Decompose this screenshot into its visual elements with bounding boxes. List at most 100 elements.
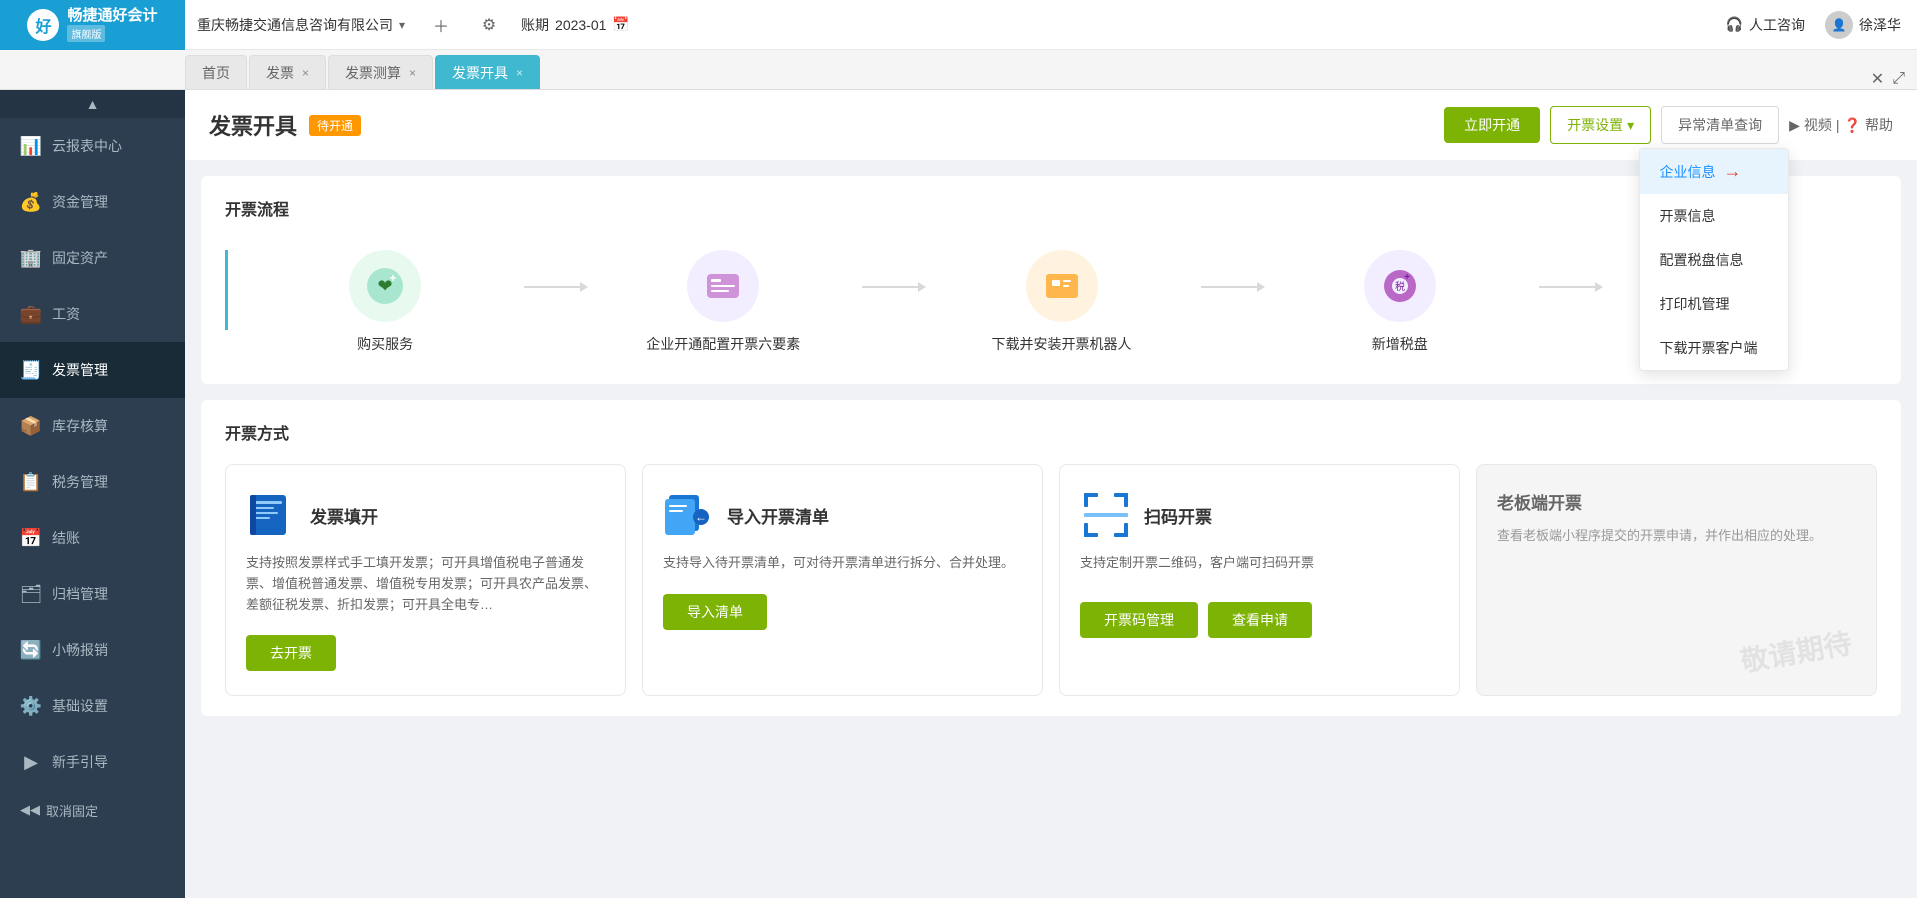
printer-mgmt-label: 打印机管理 <box>1660 294 1730 314</box>
sidebar-item-jichu[interactable]: ⚙️ 基础设置 <box>0 678 185 734</box>
video-label: 视频 <box>1804 115 1832 135</box>
tab-actions: ✕ ⤢ <box>1871 69 1917 89</box>
sidebar-item-zijin[interactable]: 💰 资金管理 <box>0 174 185 230</box>
sidebar-item-guidang-label: 归档管理 <box>52 584 108 604</box>
logo-area: 好 畅捷通好会计 旗舰版 <box>0 0 185 50</box>
sidebar-item-kucun[interactable]: 📦 库存核算 <box>0 398 185 454</box>
flow-step-1-label: 购买服务 <box>357 334 413 354</box>
manual-fill-button[interactable]: 去开票 <box>246 635 336 671</box>
guding-icon: 🏢 <box>20 247 42 269</box>
tab-invoice-close[interactable]: × <box>302 66 309 80</box>
gongzi-icon: 💼 <box>20 303 42 325</box>
close-window-icon[interactable]: ✕ <box>1871 69 1884 89</box>
tab-home[interactable]: 首页 <box>185 55 247 89</box>
sidebar-scroll-up[interactable]: ▲ <box>0 90 185 118</box>
jiezhang-icon: 📅 <box>20 527 42 549</box>
invoice-info-label: 开票信息 <box>1660 206 1716 226</box>
sidebar-item-gongzi-label: 工资 <box>52 304 80 324</box>
add-icon[interactable]: ＋ <box>425 9 457 41</box>
guidang-icon: 🗂 <box>20 583 42 605</box>
flow-title: 开票流程 <box>225 196 1877 220</box>
sidebar-item-xinshou[interactable]: ▶ 新手引导 <box>0 734 185 790</box>
dropdown-item-printer-mgmt[interactable]: 打印机管理 <box>1640 282 1788 326</box>
view-application-button[interactable]: 查看申请 <box>1208 602 1312 638</box>
sidebar-item-yunbao-label: 云报表中心 <box>52 136 122 156</box>
flow-step-4: + 税 新增税盘 <box>1261 250 1539 354</box>
dropdown-item-invoice-info[interactable]: 开票信息 <box>1640 194 1788 238</box>
settings-button[interactable]: 开票设置 ▾ <box>1550 106 1651 144</box>
sidebar-item-jichu-label: 基础设置 <box>52 696 108 716</box>
video-help[interactable]: ▶ 视频 | ❓ 帮助 <box>1789 115 1893 135</box>
sidebar-item-gongzi[interactable]: 💼 工资 <box>0 286 185 342</box>
consult-label: 人工咨询 <box>1749 15 1805 35</box>
tab-invoice-open[interactable]: 发票开具 × <box>435 55 540 89</box>
header: 好 畅捷通好会计 旗舰版 重庆畅捷交通信息咨询有限公司 ▾ ＋ ⚙ 账期 202… <box>0 0 1917 50</box>
buy-service-icon: ❤ + <box>349 250 421 322</box>
sidebar-item-jiezhang[interactable]: 📅 结账 <box>0 510 185 566</box>
user-info[interactable]: 👤 徐泽华 <box>1825 11 1901 39</box>
flow-arrow-2 <box>862 286 922 288</box>
company-info-label: 企业信息 <box>1660 162 1716 182</box>
kucun-icon: 📦 <box>20 415 42 437</box>
flow-step-3-label: 下载并安装开票机器人 <box>992 334 1132 354</box>
method-card-import: ← 导入开票清单 支持导入待开票清单，可对待开票清单进行拆分、合并处理。 导入清… <box>642 464 1043 696</box>
scan-code-manage-button[interactable]: 开票码管理 <box>1080 602 1198 638</box>
sidebar-item-guding[interactable]: 🏢 固定资产 <box>0 230 185 286</box>
fapiao-icon: 🧾 <box>20 359 42 381</box>
page-title: 发票开具 <box>209 109 297 141</box>
tab-invoice-label: 发票 <box>266 63 294 83</box>
sidebar-item-xinshou-label: 新手引导 <box>52 752 108 772</box>
header-actions: ＋ ⚙ 账期 2023-01 📅 <box>425 9 630 41</box>
dropdown-item-download-client[interactable]: 下载开票客户端 <box>1640 326 1788 370</box>
tab-invoice-calc-label: 发票测算 <box>345 63 401 83</box>
manual-fill-icon <box>246 489 298 541</box>
xinshou-icon: ▶ <box>20 751 42 773</box>
tab-invoice-open-close[interactable]: × <box>516 66 523 80</box>
dropdown-item-tax-config[interactable]: 配置税盘信息 <box>1640 238 1788 282</box>
page-title-area: 发票开具 待开通 <box>209 109 361 141</box>
maximize-icon[interactable]: ⤢ <box>1892 70 1905 88</box>
logo-icon: 好 <box>27 9 59 41</box>
import-list-button[interactable]: 导入清单 <box>663 594 767 630</box>
method-card-scan: 扫码开票 支持定制开票二维码，客户端可扫码开票 开票码管理 查看申请 <box>1059 464 1460 696</box>
consult-button[interactable]: 🎧 人工咨询 <box>1726 15 1805 35</box>
import-list-icon: ← <box>663 489 715 541</box>
methods-title: 开票方式 <box>225 420 1877 444</box>
dropdown-item-company-info[interactable]: 企业信息 → <box>1640 149 1788 194</box>
calendar-icon[interactable]: 📅 <box>612 16 629 33</box>
tab-invoice-calc-close[interactable]: × <box>409 66 416 80</box>
sidebar-item-yunbao[interactable]: 📊 云报表中心 <box>0 118 185 174</box>
tab-home-label: 首页 <box>202 63 230 83</box>
download-icon <box>1026 250 1098 322</box>
boss-card-desc: 查看老板端小程序提交的开票申请，并作出相应的处理。 <box>1497 526 1856 546</box>
method-card-import-desc: 支持导入待开票清单，可对待开票清单进行拆分、合并处理。 <box>663 553 1022 574</box>
avatar: 👤 <box>1825 11 1853 39</box>
tab-invoice-calc[interactable]: 发票测算 × <box>328 55 433 89</box>
sidebar-item-zijin-label: 资金管理 <box>52 192 108 212</box>
play-icon: ▶ <box>1789 117 1800 134</box>
svg-text:税: 税 <box>1395 280 1405 293</box>
header-right: 🎧 人工咨询 👤 徐泽华 <box>1726 11 1901 39</box>
content-area: 发票开具 待开通 立即开通 开票设置 ▾ 异常清单查询 ▶ 视频 | ❓ 帮助 <box>185 90 1917 898</box>
flow-divider <box>225 250 238 330</box>
sidebar-cancel[interactable]: ◀◀ 取消固定 <box>0 790 185 830</box>
boss-card-title: 老板端开票 <box>1497 489 1856 514</box>
settings-icon[interactable]: ⚙ <box>473 9 505 41</box>
sidebar-item-xiaochang-label: 小畅报销 <box>52 640 108 660</box>
method-cards: 发票填开 支持按照发票样式手工填开发票；可开具增值税电子普通发票、增值税普通发票… <box>225 464 1877 696</box>
activate-button[interactable]: 立即开通 <box>1444 107 1540 143</box>
page-header: 发票开具 待开通 立即开通 开票设置 ▾ 异常清单查询 ▶ 视频 | ❓ 帮助 <box>185 90 1917 160</box>
shuiwu-icon: 📋 <box>20 471 42 493</box>
sidebar-item-jiezhang-label: 结账 <box>52 528 80 548</box>
method-card-import-header: ← 导入开票清单 <box>663 489 1022 541</box>
method-card-import-title: 导入开票清单 <box>727 503 829 528</box>
sidebar-item-xiaochang[interactable]: 🔄 小畅报销 <box>0 622 185 678</box>
flow-step-3: 下载并安装开票机器人 <box>922 250 1200 354</box>
tab-invoice[interactable]: 发票 × <box>249 55 326 89</box>
tax-config-label: 配置税盘信息 <box>1660 250 1744 270</box>
company-selector[interactable]: 重庆畅捷交通信息咨询有限公司 ▾ <box>185 15 417 35</box>
sidebar-item-fapiao[interactable]: 🧾 发票管理 <box>0 342 185 398</box>
exception-button[interactable]: 异常清单查询 <box>1661 106 1779 144</box>
sidebar-item-shuiwu[interactable]: 📋 税务管理 <box>0 454 185 510</box>
sidebar-item-guidang[interactable]: 🗂 归档管理 <box>0 566 185 622</box>
